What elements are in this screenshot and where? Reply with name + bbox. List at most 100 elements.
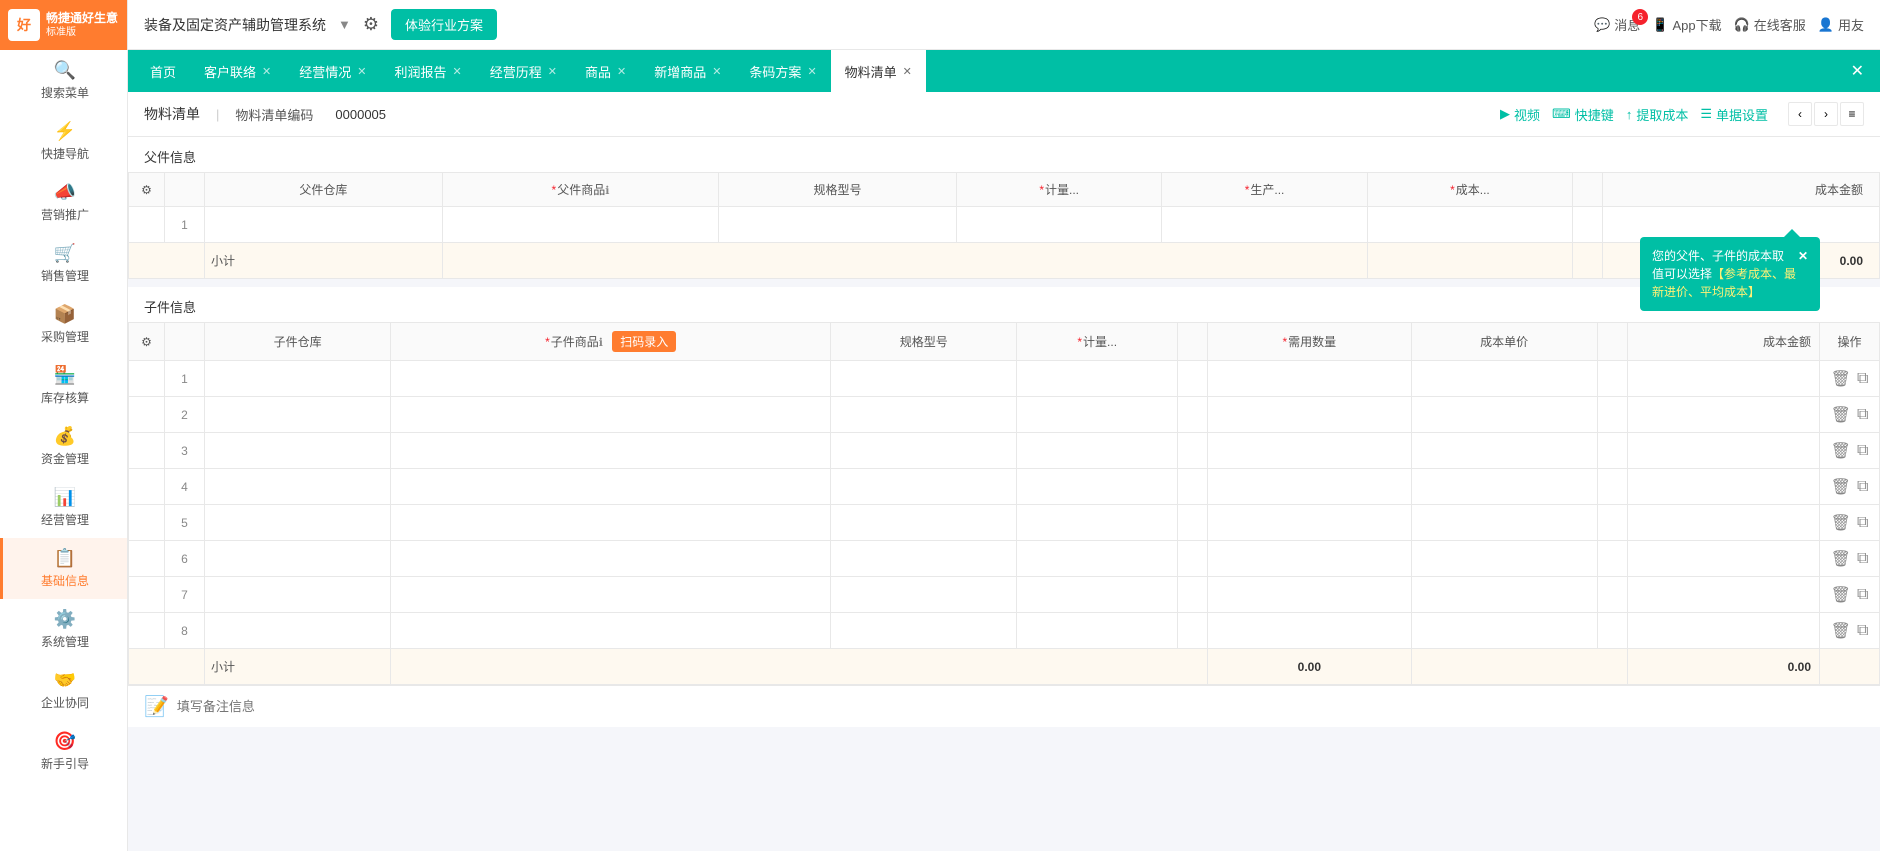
child-row2-product[interactable] <box>391 397 831 433</box>
logo-text: 畅捷通好生意 标准版 <box>46 11 118 40</box>
sidebar-item-finance[interactable]: 💰 资金管理 <box>0 416 127 477</box>
online-support-btn[interactable]: 🎧 在线客服 <box>1734 15 1806 34</box>
view-video-btn[interactable]: ▶ 视频 <box>1500 105 1540 124</box>
parent-subtotal-empty <box>442 243 1367 279</box>
extract-cost-btn[interactable]: ↑ 提取成本 <box>1626 105 1689 124</box>
parent-subtotal-extra <box>1573 243 1603 279</box>
message-btn[interactable]: 💬 消息 6 <box>1594 15 1640 34</box>
close-tab-operations-history[interactable]: ✕ <box>548 65 557 78</box>
child-row1-quantity[interactable] <box>1017 361 1178 397</box>
table-settings-icon[interactable]: ⚙ <box>141 183 152 197</box>
bottom-bar: 📝 <box>128 685 1880 727</box>
child-row2-warehouse[interactable] <box>205 397 391 433</box>
child-row2-unit-cost[interactable] <box>1411 397 1597 433</box>
sidebar-item-operations[interactable]: 📊 经营管理 <box>0 477 127 538</box>
sidebar-item-basic-info[interactable]: 📋 基础信息 <box>0 538 127 599</box>
sidebar-item-inventory[interactable]: 🏪 库存核算 <box>0 355 127 416</box>
single-settings-btn[interactable]: ☰ 单据设置 <box>1700 105 1768 124</box>
parent-subtotal-label-cell: 小计 <box>205 243 443 279</box>
parent-product-cell[interactable] <box>442 207 718 243</box>
parent-warehouse-cell[interactable] <box>205 207 443 243</box>
copy-row2-btn[interactable]: ⧉ <box>1857 406 1868 424</box>
sidebar-item-quick-nav[interactable]: ⚡ 快捷导航 <box>0 111 127 172</box>
copy-row3-btn[interactable]: ⧉ <box>1857 442 1868 460</box>
child-row2-quantity[interactable] <box>1017 397 1178 433</box>
close-all-tabs-btn[interactable]: ✕ <box>1843 61 1872 81</box>
child-col-needed-qty: *需用数量 <box>1208 323 1411 361</box>
parent-subtotal-qty <box>1367 243 1572 279</box>
close-tab-new-product[interactable]: ✕ <box>712 65 721 78</box>
delete-row6-btn[interactable]: 🗑 <box>1831 549 1851 569</box>
tab-operations-history[interactable]: 经营历程 ✕ <box>476 50 571 92</box>
notes-input[interactable] <box>177 699 1864 714</box>
child-table-settings-icon[interactable]: ⚙ <box>141 335 152 349</box>
sidebar-item-enterprise[interactable]: 🤝 企业协同 <box>0 660 127 721</box>
copy-row5-btn[interactable]: ⧉ <box>1857 514 1868 532</box>
sidebar-item-marketing[interactable]: 📣 营销推广 <box>0 172 127 233</box>
delete-row7-btn[interactable]: 🗑 <box>1831 585 1851 605</box>
tab-operations-status[interactable]: 经营情况 ✕ <box>285 50 380 92</box>
copy-row8-btn[interactable]: ⧉ <box>1857 622 1868 640</box>
shortcut-btn[interactable]: ⌨ 快捷键 <box>1552 105 1614 124</box>
scan-input-btn[interactable]: 扫码录入 <box>612 331 676 352</box>
sidebar-item-search[interactable]: 🔍 搜索菜单 <box>0 50 127 111</box>
child-row1-unit-cost[interactable] <box>1411 361 1597 397</box>
tab-customers[interactable]: 客户联络 ✕ <box>190 50 285 92</box>
parent-cost-cell[interactable] <box>1367 207 1572 243</box>
settings-icon[interactable]: ⚙ <box>363 14 379 35</box>
app-download-btn[interactable]: 📱 App下载 <box>1652 15 1721 34</box>
user-btn[interactable]: 👤 用友 <box>1818 15 1864 34</box>
close-tab-bom[interactable]: ✕ <box>903 65 912 78</box>
dropdown-arrow-icon[interactable]: ▼ <box>338 17 351 32</box>
nav-next-btn[interactable]: › <box>1814 102 1838 126</box>
close-tab-customers[interactable]: ✕ <box>262 65 271 78</box>
delete-row2-btn[interactable]: 🗑 <box>1831 405 1851 425</box>
sidebar-item-guide[interactable]: 🎯 新手引导 <box>0 721 127 782</box>
sidebar-item-purchase[interactable]: 📦 采购管理 <box>0 294 127 355</box>
child-row2-num: 2 <box>165 397 205 433</box>
parent-row-num-cell: 1 <box>165 207 205 243</box>
parent-quantity-cell[interactable] <box>956 207 1161 243</box>
sidebar-item-sales[interactable]: 🛒 销售管理 <box>0 233 127 294</box>
tab-products[interactable]: 商品 ✕ <box>571 50 640 92</box>
tab-profit[interactable]: 利润报告 ✕ <box>380 50 475 92</box>
tab-new-product[interactable]: 新增商品 ✕ <box>640 50 735 92</box>
child-row1-warehouse[interactable] <box>205 361 391 397</box>
tab-barcode[interactable]: 条码方案 ✕ <box>735 50 830 92</box>
copy-row1-btn[interactable]: ⧉ <box>1857 370 1868 388</box>
doc-number-value: 0000005 <box>335 107 386 122</box>
child-col-extra <box>1178 323 1208 361</box>
parent-production-cell[interactable] <box>1162 207 1367 243</box>
parent-spec-cell[interactable] <box>719 207 957 243</box>
experience-btn[interactable]: 体验行业方案 <box>391 9 497 40</box>
tooltip-close-btn[interactable]: ✕ <box>1798 247 1808 265</box>
copy-row6-btn[interactable]: ⧉ <box>1857 550 1868 568</box>
child-col-product: *子件商品ℹ 扫码录入 <box>391 323 831 361</box>
delete-row5-btn[interactable]: 🗑 <box>1831 513 1851 533</box>
copy-row4-btn[interactable]: ⧉ <box>1857 478 1868 496</box>
sidebar-item-system[interactable]: ⚙️ 系统管理 <box>0 599 127 660</box>
phone-icon: 📱 <box>1652 17 1668 33</box>
child-row1-needed-qty[interactable] <box>1208 361 1411 397</box>
child-row1-spec[interactable] <box>831 361 1017 397</box>
child-row2-spec[interactable] <box>831 397 1017 433</box>
delete-row4-btn[interactable]: 🗑 <box>1831 477 1851 497</box>
child-subtotal-label: 小计 <box>205 649 391 685</box>
copy-row7-btn[interactable]: ⧉ <box>1857 586 1868 604</box>
tab-bom[interactable]: 物料清单 ✕ <box>831 50 926 92</box>
nav-list-btn[interactable]: ≡ <box>1840 102 1864 126</box>
close-tab-profit[interactable]: ✕ <box>453 65 462 78</box>
child-row1-product[interactable] <box>391 361 831 397</box>
close-tab-operations-status[interactable]: ✕ <box>357 65 366 78</box>
message-icon: 💬 <box>1594 17 1610 33</box>
delete-row1-btn[interactable]: 🗑 <box>1831 369 1851 389</box>
child-table-row: 2 🗑 <box>129 397 1880 433</box>
child-row2-needed-qty[interactable] <box>1208 397 1411 433</box>
close-tab-barcode[interactable]: ✕ <box>807 65 816 78</box>
close-tab-products[interactable]: ✕ <box>617 65 626 78</box>
delete-row3-btn[interactable]: 🗑 <box>1831 441 1851 461</box>
tab-home[interactable]: 首页 <box>136 50 190 92</box>
child-subtotal-row: 小计 0.00 0.00 <box>129 649 1880 685</box>
delete-row8-btn[interactable]: 🗑 <box>1831 621 1851 641</box>
nav-prev-btn[interactable]: ‹ <box>1788 102 1812 126</box>
